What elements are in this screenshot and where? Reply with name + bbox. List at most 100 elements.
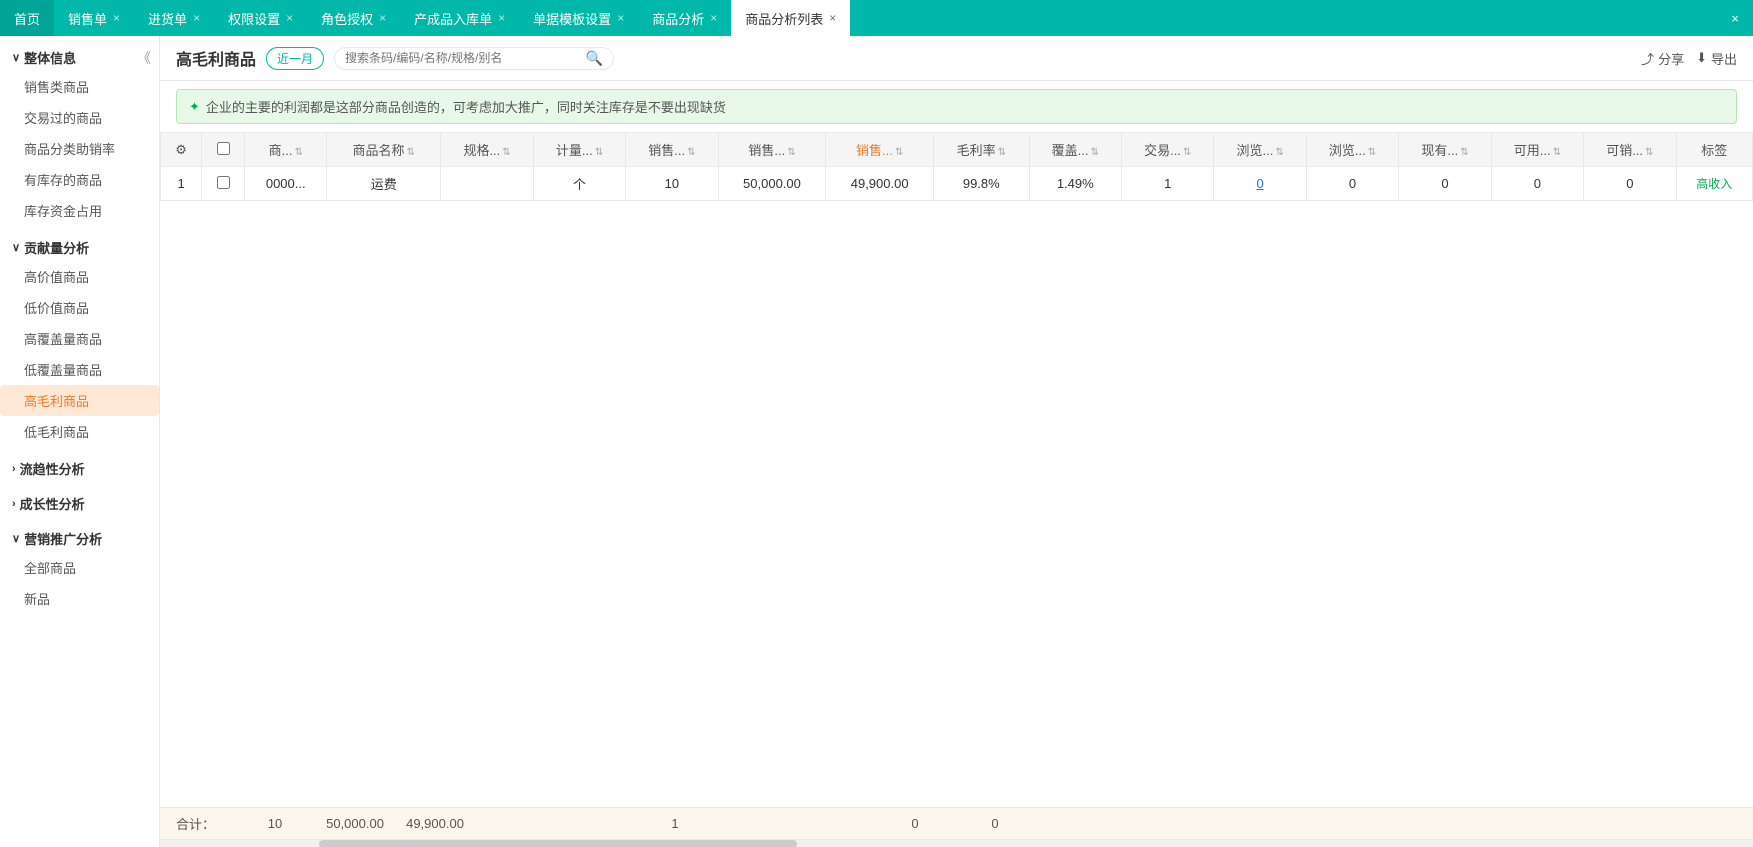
footer-label: 合计： [176, 814, 215, 833]
products-table: ⚙ 商...⇅ 商品名称⇅ 规格...⇅ 计量...⇅ 销售...⇅ 销售...… [160, 132, 1753, 201]
sidebar-group-contribution: ∨ 贡献量分析 高价值商品 低价值商品 高覆盖量商品 低覆盖量商品 高毛利商品 [0, 230, 159, 447]
col-sale-profit[interactable]: 销售...⇅ [826, 133, 934, 167]
nav-permissions[interactable]: 权限设置 × [214, 0, 307, 36]
nav-purchase[interactable]: 进货单 × [134, 0, 214, 36]
sidebar-item-traded-goods[interactable]: 交易过的商品 [0, 102, 159, 133]
close-icon[interactable]: × [286, 11, 293, 25]
table-container: ⚙ 商...⇅ 商品名称⇅ 规格...⇅ 计量...⇅ 销售...⇅ 销售...… [160, 132, 1753, 807]
select-all-checkbox[interactable] [217, 142, 230, 155]
sidebar-group-growth-title[interactable]: › 成长性分析 [0, 486, 159, 517]
export-icon: ⬇ [1696, 50, 1707, 66]
filter-recent-month-button[interactable]: 近一月 [266, 47, 324, 70]
table-footer: 合计： 10 50,000.00 49,900.00 1 0 0 [160, 807, 1753, 839]
content-header: 高毛利商品 近一月 🔍 ⤴ 分享 ⬇ 导出 [160, 36, 1753, 81]
sidebar-group-marketing-title[interactable]: ∨ 营销推广分析 [0, 521, 159, 552]
sidebar-group-trend-title[interactable]: › 流趋性分析 [0, 451, 159, 482]
search-box: 🔍 [334, 47, 614, 70]
search-icon[interactable]: 🔍 [586, 50, 603, 67]
cell-gross-margin: 99.8% [934, 167, 1030, 201]
sidebar-item-low-coverage[interactable]: 低覆盖量商品 [0, 354, 159, 385]
share-button[interactable]: ⤴ 分享 [1641, 49, 1684, 68]
col-settings[interactable]: ⚙ [161, 133, 202, 167]
sidebar-group-overall-title[interactable]: ∨ 整体信息 [0, 40, 159, 71]
col-available-stock[interactable]: 可用...⇅ [1491, 133, 1583, 167]
col-sale-amount[interactable]: 销售...⇅ [718, 133, 826, 167]
scrollbar-thumb[interactable] [319, 840, 797, 847]
nav-roles[interactable]: 角色授权 × [307, 0, 400, 36]
footer-transaction: 1 [635, 816, 715, 831]
cell-current-stock: 0 [1399, 167, 1491, 201]
arrow-icon: ∨ [12, 241, 20, 254]
sidebar-item-category-sales-rate[interactable]: 商品分类助销率 [0, 133, 159, 164]
sidebar-group-contribution-title[interactable]: ∨ 贡献量分析 [0, 230, 159, 261]
col-transaction[interactable]: 交易...⇅ [1121, 133, 1213, 167]
cell-view1[interactable]: 0 [1214, 167, 1306, 201]
nav-production[interactable]: 产成品入库单 × [400, 0, 519, 36]
sidebar-item-low-margin[interactable]: 低毛利商品 [0, 416, 159, 447]
cell-unit: 个 [533, 167, 625, 201]
close-icon[interactable]: × [113, 11, 120, 25]
footer-sale-amount: 50,000.00 [315, 816, 395, 831]
close-icon[interactable]: × [829, 11, 836, 25]
sidebar-collapse-button[interactable]: 《 [137, 48, 151, 68]
cell-tag: 高收入 [1676, 167, 1752, 201]
col-coverage[interactable]: 覆盖...⇅ [1029, 133, 1121, 167]
col-view1[interactable]: 浏览...⇅ [1214, 133, 1306, 167]
cell-sale-count: 10 [626, 167, 718, 201]
col-view2[interactable]: 浏览...⇅ [1306, 133, 1398, 167]
page-title: 高毛利商品 [176, 46, 256, 70]
top-navigation: 首页 销售单 × 进货单 × 权限设置 × 角色授权 × 产成品入库单 × 单据… [0, 0, 1753, 36]
sidebar-item-all-goods[interactable]: 全部商品 [0, 552, 159, 583]
cell-name: 运费 [327, 167, 441, 201]
col-spec[interactable]: 规格...⇅ [441, 133, 533, 167]
col-current-stock[interactable]: 现有...⇅ [1399, 133, 1491, 167]
row-checkbox[interactable] [217, 176, 230, 189]
close-icon[interactable]: × [710, 11, 717, 25]
close-icon[interactable]: × [379, 11, 386, 25]
col-checkbox[interactable] [202, 133, 245, 167]
col-unit[interactable]: 计量...⇅ [533, 133, 625, 167]
close-icon[interactable]: × [617, 11, 624, 25]
sidebar: 《 ∨ 整体信息 销售类商品 交易过的商品 商品分类助销率 有库存的商品 [0, 36, 160, 847]
footer-sale-profit: 49,900.00 [395, 816, 475, 831]
sidebar-item-new-goods[interactable]: 新品 [0, 583, 159, 614]
cell-code: 0000... [245, 167, 327, 201]
sidebar-item-stock-capital[interactable]: 库存资金占用 [0, 195, 159, 226]
sidebar-item-in-stock[interactable]: 有库存的商品 [0, 164, 159, 195]
sidebar-item-low-value[interactable]: 低价值商品 [0, 292, 159, 323]
sidebar-item-high-coverage[interactable]: 高覆盖量商品 [0, 323, 159, 354]
col-sale-count[interactable]: 销售...⇅ [626, 133, 718, 167]
col-saleable-stock[interactable]: 可销...⇅ [1584, 133, 1676, 167]
col-name[interactable]: 商品名称⇅ [327, 133, 441, 167]
main-layout: 《 ∨ 整体信息 销售类商品 交易过的商品 商品分类助销率 有库存的商品 [0, 36, 1753, 847]
sidebar-item-high-value[interactable]: 高价值商品 [0, 261, 159, 292]
sidebar-group-overall: ∨ 整体信息 销售类商品 交易过的商品 商品分类助销率 有库存的商品 库存资金占… [0, 40, 159, 226]
sidebar-item-high-margin[interactable]: 高毛利商品 [0, 385, 159, 416]
nav-template[interactable]: 单据模板设置 × [519, 0, 638, 36]
export-button[interactable]: ⬇ 导出 [1696, 49, 1737, 68]
arrow-icon: ∨ [12, 532, 20, 545]
nav-product-analysis[interactable]: 商品分析 × [638, 0, 731, 36]
col-gross-margin[interactable]: 毛利率⇅ [934, 133, 1030, 167]
close-all-button[interactable]: × [1717, 0, 1753, 36]
close-icon[interactable]: × [498, 11, 505, 25]
info-banner: ✦ 企业的主要的利润都是这部分商品创造的，可考虑加大推广，同时关注库存是不要出现… [176, 89, 1737, 124]
cell-view2: 0 [1306, 167, 1398, 201]
footer-current-stock: 0 [875, 816, 955, 831]
cell-saleable-stock: 0 [1584, 167, 1676, 201]
search-input[interactable] [345, 51, 580, 65]
nav-sales[interactable]: 销售单 × [54, 0, 134, 36]
cell-sale-amount: 50,000.00 [718, 167, 826, 201]
footer-sale-count: 10 [235, 816, 315, 831]
horizontal-scrollbar[interactable] [160, 839, 1753, 847]
nav-home[interactable]: 首页 [0, 0, 54, 36]
nav-product-analysis-list[interactable]: 商品分析列表 × [731, 0, 850, 36]
cell-index: 1 [161, 167, 202, 201]
col-code[interactable]: 商...⇅ [245, 133, 327, 167]
sidebar-item-sales-goods[interactable]: 销售类商品 [0, 71, 159, 102]
close-icon[interactable]: × [193, 11, 200, 25]
cell-checkbox[interactable] [202, 167, 245, 201]
sidebar-group-trend: › 流趋性分析 [0, 451, 159, 482]
col-tag[interactable]: 标签 [1676, 133, 1752, 167]
share-icon: ⤴ [1641, 49, 1654, 68]
